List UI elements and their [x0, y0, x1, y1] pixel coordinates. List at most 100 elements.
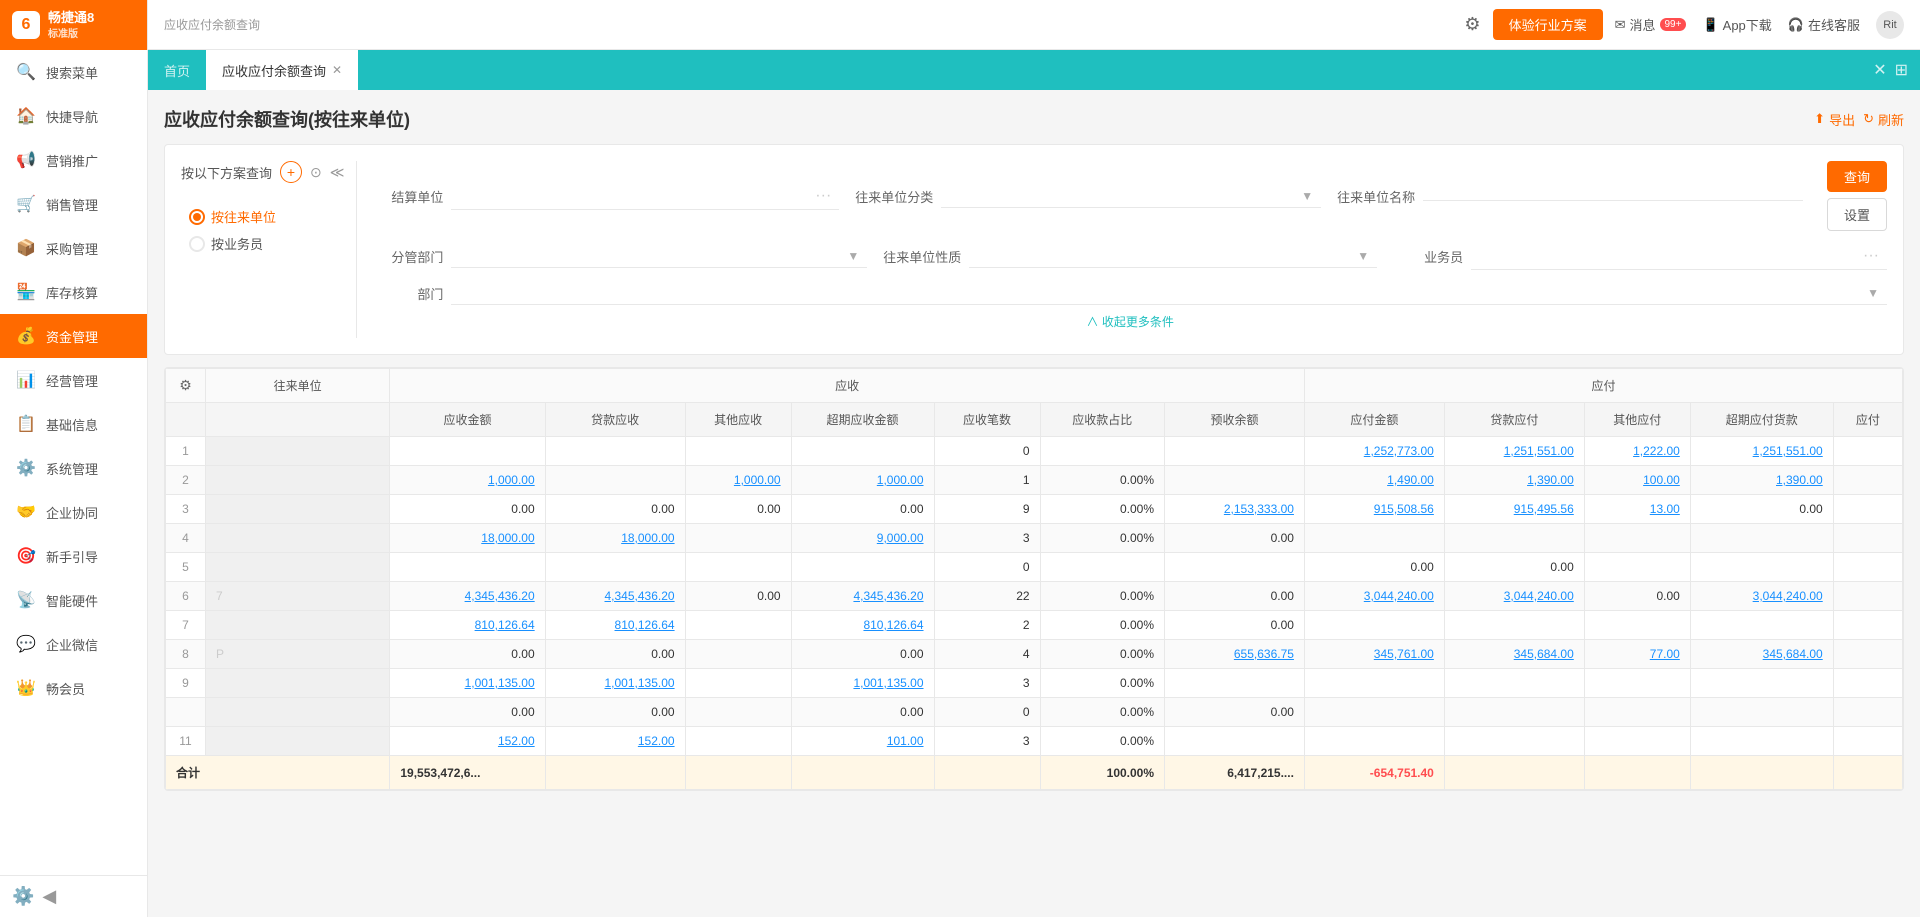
footer-prepay[interactable]: 6,417,215....: [1165, 756, 1305, 790]
cell-other_ap: 0.00: [1584, 582, 1690, 611]
cell-prepay[interactable]: 2,153,333.00: [1165, 495, 1305, 524]
cell-ar[interactable]: 152.00: [390, 727, 545, 756]
sidebar-item-basic-info[interactable]: 📋 基础信息: [0, 402, 147, 446]
cell-loan_ar[interactable]: 18,000.00: [545, 524, 685, 553]
sidebar-item-operations[interactable]: 📊 经营管理: [0, 358, 147, 402]
cell-loan_ar[interactable]: 152.00: [545, 727, 685, 756]
department-select[interactable]: ▼: [451, 282, 1887, 305]
cell-loan_ap[interactable]: 915,495.56: [1444, 495, 1584, 524]
solution-button[interactable]: 体验行业方案: [1493, 9, 1603, 40]
sidebar-item-search-menu[interactable]: 🔍 搜索菜单: [0, 50, 147, 94]
footer-ar[interactable]: 19,553,472,6...: [390, 756, 545, 790]
sidebar-item-quick-nav[interactable]: 🏠 快捷导航: [0, 94, 147, 138]
filter-collapse-icon[interactable]: ≪: [330, 164, 345, 181]
refresh-button[interactable]: ↻ 刷新: [1863, 110, 1904, 129]
cell-prepay[interactable]: 655,636.75: [1165, 640, 1305, 669]
maximize-icon[interactable]: ⊞: [1895, 60, 1908, 80]
message-action[interactable]: ✉ 消息 99+: [1615, 15, 1687, 34]
cell-overdue_ar: 0.00: [791, 495, 934, 524]
settings-bottom-icon[interactable]: ⚙️: [12, 886, 34, 907]
filter-option-partner[interactable]: 按往来单位: [181, 203, 344, 230]
tab-receivable[interactable]: 应收应付余额查询 ✕: [206, 50, 358, 90]
cell-ap[interactable]: 1,490.00: [1304, 466, 1444, 495]
add-filter-button[interactable]: +: [280, 161, 302, 183]
cell-ap[interactable]: 1,252,773.00: [1304, 437, 1444, 466]
cell-loan_ar[interactable]: 810,126.64: [545, 611, 685, 640]
sidebar-item-inventory[interactable]: 🏪 库存核算: [0, 270, 147, 314]
cell-ar[interactable]: 1,000.00: [390, 466, 545, 495]
sidebar-item-purchase[interactable]: 📦 采购管理: [0, 226, 147, 270]
cell-other_ap[interactable]: 13.00: [1584, 495, 1690, 524]
cell-ap[interactable]: 345,761.00: [1304, 640, 1444, 669]
cell-ar[interactable]: 18,000.00: [390, 524, 545, 553]
cell-other_ap[interactable]: 77.00: [1584, 640, 1690, 669]
cell-ar[interactable]: 1,001,135.00: [390, 669, 545, 698]
sidebar-item-member[interactable]: 👑 畅会员: [0, 666, 147, 710]
tab-close-icon[interactable]: ✕: [332, 63, 342, 77]
cell-other_ap[interactable]: 1,222.00: [1584, 437, 1690, 466]
cell-overdue_ar[interactable]: 4,345,436.20: [791, 582, 934, 611]
cell-loan_ap[interactable]: 1,251,551.00: [1444, 437, 1584, 466]
query-button[interactable]: 查询: [1827, 161, 1887, 192]
settlement-input[interactable]: ···: [451, 183, 839, 210]
sidebar-item-wechat[interactable]: 💬 企业微信: [0, 622, 147, 666]
sidebar-item-finance[interactable]: 💰 资金管理: [0, 314, 147, 358]
sidebar-item-system[interactable]: ⚙️ 系统管理: [0, 446, 147, 490]
cell-loan_ar[interactable]: 4,345,436.20: [545, 582, 685, 611]
sidebar-item-cooperation[interactable]: 🤝 企业协同: [0, 490, 147, 534]
partner-category-select[interactable]: ▼: [941, 185, 1321, 208]
table-settings-icon[interactable]: ⚙: [179, 377, 192, 393]
customer-service-action[interactable]: 🎧 在线客服: [1788, 15, 1860, 34]
filter-option-salesperson[interactable]: 按业务员: [181, 230, 344, 257]
collapse-sidebar-icon[interactable]: ◀: [42, 886, 56, 907]
cell-loan_ap[interactable]: 1,390.00: [1444, 466, 1584, 495]
table-row: 8P0.000.000.0040.00%655,636.75345,761.00…: [166, 640, 1903, 669]
sidebar: 6 畅捷通8 标准版 🔍 搜索菜单 🏠 快捷导航 📢 营销推广 🛒 销售管理 📦…: [0, 0, 148, 917]
cell-ar: 0.00: [390, 495, 545, 524]
cell-overdue_ar[interactable]: 810,126.64: [791, 611, 934, 640]
cell-loan_ap[interactable]: 345,684.00: [1444, 640, 1584, 669]
cell-overdue_ap[interactable]: 3,044,240.00: [1690, 582, 1833, 611]
salesperson-input[interactable]: ···: [1471, 243, 1887, 270]
cell-overdue_ar[interactable]: 1,000.00: [791, 466, 934, 495]
filter-settings-icon[interactable]: ⊙: [310, 164, 322, 181]
cell-overdue_ar[interactable]: 9,000.00: [791, 524, 934, 553]
export-button[interactable]: ⬆ 导出: [1814, 110, 1855, 129]
filter-partner-name: 往来单位名称: [1337, 187, 1803, 206]
cell-overdue_ap[interactable]: 1,251,551.00: [1690, 437, 1833, 466]
th-overdue-ar: 超期应收金额: [791, 403, 934, 437]
sidebar-item-hardware[interactable]: 📡 智能硬件: [0, 578, 147, 622]
cell-loan_ap[interactable]: 3,044,240.00: [1444, 582, 1584, 611]
cell-overdue_ar[interactable]: 101.00: [791, 727, 934, 756]
cell-ap[interactable]: 915,508.56: [1304, 495, 1444, 524]
settings-button[interactable]: 设置: [1827, 198, 1887, 231]
cell-loan_ar[interactable]: 1,001,135.00: [545, 669, 685, 698]
cell-partner: [206, 466, 390, 495]
filter-header: 按以下方案查询 + ⊙ ≪: [181, 161, 344, 183]
sidebar-item-guide[interactable]: 🎯 新手引导: [0, 534, 147, 578]
sidebar-item-marketing[interactable]: 📢 营销推广: [0, 138, 147, 182]
cell-overdue_ar[interactable]: 1,001,135.00: [791, 669, 934, 698]
tab-home[interactable]: 首页: [148, 50, 206, 90]
user-profile[interactable]: Rit: [1876, 11, 1904, 39]
cell-prepay: 0.00: [1165, 698, 1305, 727]
sidebar-item-sales[interactable]: 🛒 销售管理: [0, 182, 147, 226]
filter-collapse-button[interactable]: ∧ 收起更多条件: [373, 305, 1887, 338]
settings-icon[interactable]: ⚙: [1464, 14, 1480, 35]
cell-other_ap[interactable]: 100.00: [1584, 466, 1690, 495]
app-download-action[interactable]: 📱 App下载: [1702, 15, 1771, 34]
cell-other_ar[interactable]: 1,000.00: [685, 466, 791, 495]
partner-name-input[interactable]: [1423, 192, 1803, 201]
cell-ar[interactable]: 810,126.64: [390, 611, 545, 640]
cell-partner: [206, 524, 390, 553]
cell-overdue_ap[interactable]: 345,684.00: [1690, 640, 1833, 669]
footer-row: 合计 19,553,472,6... 100.00% 6,417,215....…: [166, 756, 1903, 790]
cell-ap[interactable]: 3,044,240.00: [1304, 582, 1444, 611]
cell-ar[interactable]: 4,345,436.20: [390, 582, 545, 611]
cell-overdue_ap[interactable]: 1,390.00: [1690, 466, 1833, 495]
partner-nature-select[interactable]: ▼: [969, 245, 1377, 268]
close-window-icon[interactable]: ✕: [1873, 60, 1886, 80]
export-icon: ⬆: [1814, 111, 1825, 127]
cell-prepay: 0.00: [1165, 611, 1305, 640]
dept-select[interactable]: ▼: [451, 245, 867, 268]
